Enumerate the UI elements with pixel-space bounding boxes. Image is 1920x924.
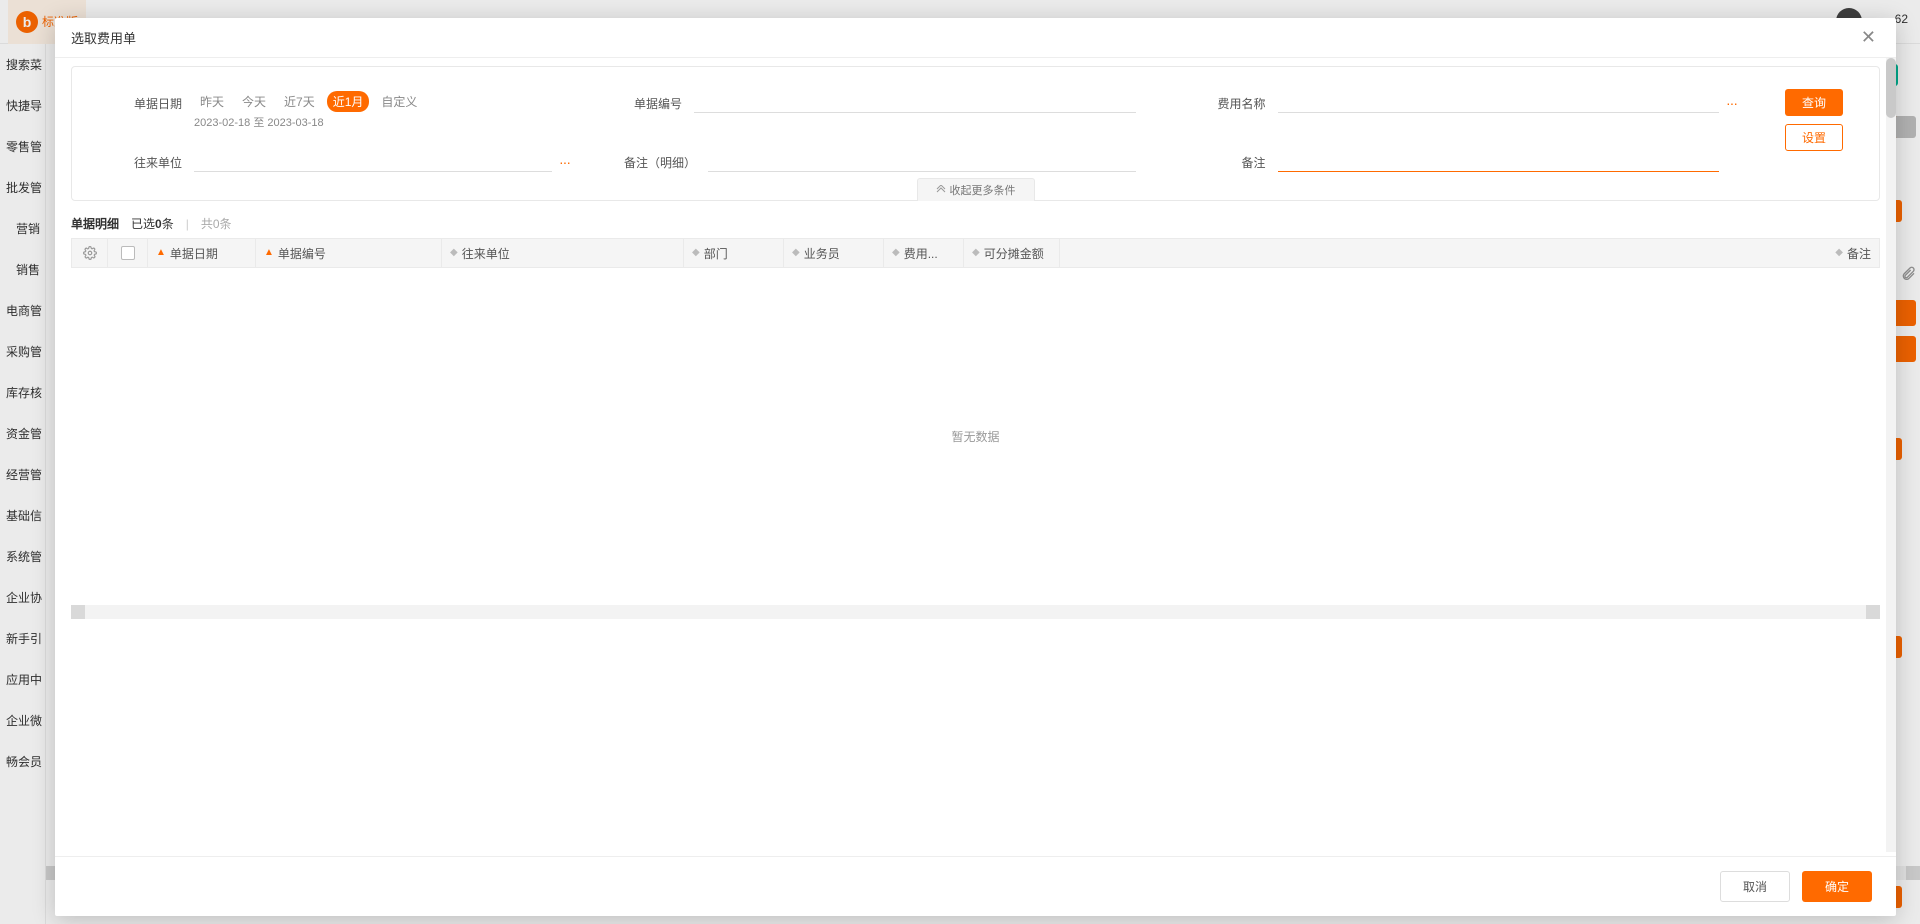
- table-header: ▲单据日期 ▲单据编号 ◆往来单位 ◆部门 ◆业务员 ◆费用... ◆可分摊金额…: [71, 238, 1880, 268]
- modal-header: 选取费用单 ✕: [55, 18, 1896, 58]
- sort-icon: ◆: [450, 249, 458, 257]
- docno-filter-field: 单据编号: [612, 91, 1136, 130]
- sort-icon: ▲: [156, 249, 166, 257]
- table-horizontal-scrollbar[interactable]: [71, 605, 1880, 619]
- gear-icon: [83, 246, 97, 260]
- column-alloc[interactable]: ◆可分摊金额: [964, 239, 1060, 267]
- collapse-label: 收起更多条件: [950, 182, 1016, 198]
- column-remark[interactable]: ◆备注: [1060, 239, 1879, 267]
- detail-remark-label: 备注（明细）: [612, 150, 696, 171]
- select-all-checkbox[interactable]: [121, 246, 135, 260]
- date-label: 单据日期: [112, 91, 182, 112]
- separator: |: [186, 217, 189, 231]
- column-settings-button[interactable]: [72, 239, 108, 267]
- fee-input[interactable]: [1278, 91, 1720, 113]
- scroll-right-icon[interactable]: [1866, 605, 1880, 619]
- fee-filter-field: 费用名称 ···: [1196, 91, 1720, 130]
- scroll-left-icon[interactable]: [71, 605, 85, 619]
- detail-remark-filter-field: 备注（明细）: [612, 150, 1136, 172]
- date-chip-today[interactable]: 今天: [236, 91, 272, 112]
- detail-header: 单据明细 已选0条 | 共0条: [71, 215, 1880, 232]
- expense-selection-modal: 选取费用单 ✕ 查询 设置 单据日期 昨天 今天 近7天 近1月: [55, 18, 1896, 916]
- scrollbar-thumb[interactable]: [1886, 58, 1896, 118]
- sort-icon: ◆: [892, 249, 900, 257]
- results-table: ▲单据日期 ▲单据编号 ◆往来单位 ◆部门 ◆业务员 ◆费用... ◆可分摊金额…: [71, 238, 1880, 856]
- column-dept[interactable]: ◆部门: [684, 239, 784, 267]
- sort-icon: ◆: [692, 249, 700, 257]
- remark-label: 备注: [1196, 150, 1266, 171]
- sort-icon: ▲: [264, 249, 274, 257]
- cancel-button[interactable]: 取消: [1720, 871, 1790, 902]
- column-date[interactable]: ▲单据日期: [148, 239, 256, 267]
- date-chip-group: 昨天 今天 近7天 近1月 自定义: [194, 91, 423, 112]
- filter-panel: 查询 设置 单据日期 昨天 今天 近7天 近1月 自定义 2023-02-18: [71, 66, 1880, 201]
- detail-title: 单据明细: [71, 215, 119, 232]
- party-label: 往来单位: [112, 150, 182, 171]
- more-icon[interactable]: ···: [1726, 95, 1737, 111]
- modal-title: 选取费用单: [71, 28, 136, 47]
- query-button[interactable]: 查询: [1785, 89, 1843, 116]
- sort-icon: ◆: [972, 249, 980, 257]
- remark-filter-field: 备注: [1196, 150, 1720, 172]
- modal-footer: 取消 确定: [55, 856, 1896, 916]
- party-filter-field: 往来单位 ···: [112, 150, 552, 172]
- sort-icon: ◆: [792, 249, 800, 257]
- fee-label: 费用名称: [1196, 91, 1266, 112]
- column-operator[interactable]: ◆业务员: [784, 239, 884, 267]
- date-range-text: 2023-02-18 至 2023-03-18: [194, 114, 423, 130]
- settings-button[interactable]: 设置: [1785, 124, 1843, 151]
- column-party[interactable]: ◆往来单位: [442, 239, 684, 267]
- more-icon[interactable]: ···: [559, 154, 570, 170]
- party-input[interactable]: [194, 150, 552, 172]
- docno-input[interactable]: [694, 91, 1136, 113]
- column-docno[interactable]: ▲单据编号: [256, 239, 442, 267]
- confirm-button[interactable]: 确定: [1802, 871, 1872, 902]
- docno-label: 单据编号: [612, 91, 682, 112]
- select-all-cell[interactable]: [108, 239, 148, 267]
- selected-count: 已选0条: [131, 215, 174, 232]
- date-chip-yesterday[interactable]: 昨天: [194, 91, 230, 112]
- column-fee[interactable]: ◆费用...: [884, 239, 964, 267]
- empty-state: 暂无数据: [71, 268, 1880, 605]
- chevron-up-icon: [936, 185, 946, 195]
- date-filter-field: 单据日期 昨天 今天 近7天 近1月 自定义 2023-02-18 至 2023…: [112, 91, 552, 130]
- detail-remark-input[interactable]: [708, 150, 1136, 172]
- collapse-filters-button[interactable]: 收起更多条件: [917, 178, 1035, 201]
- sort-icon: ◆: [1835, 249, 1843, 257]
- remark-input[interactable]: [1278, 150, 1720, 172]
- filter-action-buttons: 查询 设置: [1785, 89, 1843, 151]
- modal-body: 查询 设置 单据日期 昨天 今天 近7天 近1月 自定义 2023-02-18: [55, 58, 1896, 856]
- close-icon[interactable]: ✕: [1857, 23, 1880, 52]
- date-chip-custom[interactable]: 自定义: [375, 91, 423, 112]
- date-chip-7days[interactable]: 近7天: [278, 91, 321, 112]
- modal-vertical-scrollbar[interactable]: [1886, 58, 1896, 852]
- date-chip-1month[interactable]: 近1月: [327, 91, 370, 112]
- total-count: 共0条: [201, 215, 232, 232]
